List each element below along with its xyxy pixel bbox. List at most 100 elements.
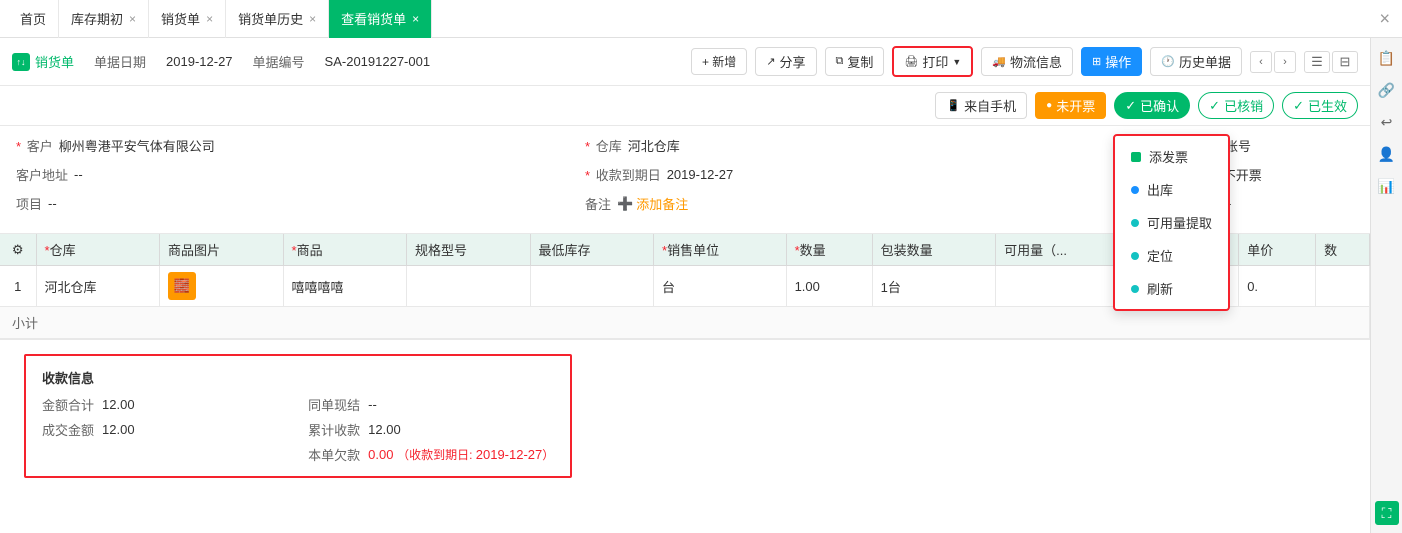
print-icon: 🖨 xyxy=(904,55,918,68)
locate-item[interactable]: 定位 xyxy=(1115,239,1228,272)
effective-status-button[interactable]: ✓ 已生效 xyxy=(1282,92,1358,119)
add-invoice-icon xyxy=(1131,152,1141,162)
col-settings[interactable]: ⚙ xyxy=(0,234,36,266)
confirm-status-button[interactable]: ✓ 已确认 xyxy=(1114,92,1190,119)
payment-section-wrapper: 收款信息 金额合计 12.00 同单现结 -- 成交金额 12.00 xyxy=(0,340,1370,492)
refresh-item[interactable]: 刷新 xyxy=(1115,272,1228,305)
warehouse-value: 河北仓库 xyxy=(628,136,708,155)
circle-icon: ● xyxy=(1046,100,1052,111)
doc-type-badge: ↑↓ 销货单 xyxy=(12,52,74,71)
cumulative-collection-value: 12.00 xyxy=(368,422,401,437)
row-sales-unit: 台 xyxy=(654,266,787,307)
col-unit-price: 单价 xyxy=(1239,234,1316,266)
owed-detail-item: 本单欠款 0.00 （收款到期日: 2019-12-27） xyxy=(308,445,554,464)
add-note-button[interactable]: ➕ 添加备注 xyxy=(617,194,688,213)
col-package-qty: 包装数量 xyxy=(872,234,996,266)
row-warehouse: 河北仓库 xyxy=(36,266,160,307)
cumulative-collection-item: 累计收款 12.00 xyxy=(308,420,554,439)
doc-header: ↑↓ 销货单 单据日期 2019-12-27 单据编号 SA-20191227-… xyxy=(0,38,1370,86)
total-amount-value: 12.00 xyxy=(102,397,135,412)
total-amount-item: 金额合计 12.00 xyxy=(42,395,288,414)
row-min-stock xyxy=(530,266,654,307)
current-owed-item xyxy=(42,445,288,464)
sidebar-user-icon[interactable]: 👤 xyxy=(1375,142,1399,166)
close-sales-tab[interactable]: × xyxy=(206,12,213,26)
sidebar-return-icon[interactable]: ↩ xyxy=(1375,110,1399,134)
number-value: SA-20191227-001 xyxy=(325,54,431,69)
copy-button[interactable]: ⧉ 复制 xyxy=(825,47,885,76)
status-bar: 📱 来自手机 ● 未开票 ✓ 已确认 ✓ 已核销 ✓ 已生效 xyxy=(0,86,1370,126)
payment-date-field: * 收款到期日 2019-12-27 xyxy=(585,165,1154,184)
number-label: 单据编号 xyxy=(253,52,305,71)
customer-value: 柳州粤港平安气体有限公司 xyxy=(59,136,215,155)
subtotal-row: 小计 xyxy=(0,307,1370,339)
payment-section: 收款信息 金额合计 12.00 同单现结 -- 成交金额 12.00 xyxy=(24,354,572,478)
next-arrow[interactable]: › xyxy=(1274,51,1296,73)
nav-arrows: ‹ › xyxy=(1250,51,1296,73)
doc-type-icon: ↑↓ xyxy=(12,53,30,71)
logistics-button[interactable]: 🚚 物流信息 xyxy=(981,47,1073,76)
history-button[interactable]: 🕐 历史单据 xyxy=(1150,47,1242,76)
tab-sales-order[interactable]: 销货单 × xyxy=(149,0,226,38)
copy-icon: ⧉ xyxy=(836,55,844,68)
salesperson-value: -- xyxy=(1223,196,1303,211)
add-invoice-item[interactable]: 添发票 xyxy=(1115,140,1228,173)
unopened-status-button[interactable]: ● 未开票 xyxy=(1035,92,1106,119)
sidebar-expand-icon[interactable]: ⛶ xyxy=(1375,501,1399,525)
row-package-qty: 1台 xyxy=(872,266,996,307)
product-thumbnail: 🧱 xyxy=(168,272,196,300)
row-unit-price: 0. xyxy=(1239,266,1316,307)
tab-home[interactable]: 首页 xyxy=(8,0,59,38)
grid-icon: ⊞ xyxy=(1092,55,1101,68)
truck-icon: 🚚 xyxy=(992,55,1006,68)
tab-sales-history[interactable]: 销货单历史 × xyxy=(226,0,329,38)
col-spec: 规格型号 xyxy=(407,234,531,266)
note-field: 备注 ➕ 添加备注 xyxy=(585,194,1154,213)
phone-status-button[interactable]: 📱 来自手机 xyxy=(935,92,1027,119)
col-sales-unit: *销售单位 xyxy=(654,234,787,266)
refresh-icon xyxy=(1131,285,1139,293)
same-order-value: -- xyxy=(368,397,377,412)
ship-out-item[interactable]: 出库 xyxy=(1115,173,1228,206)
check-circle2-icon: ✓ xyxy=(1293,98,1304,114)
payment-grid: 金额合计 12.00 同单现结 -- 成交金额 12.00 累计收款 12.00 xyxy=(42,395,554,464)
row-spec xyxy=(407,266,531,307)
project-field: 项目 -- xyxy=(16,194,585,213)
close-window-button[interactable]: × xyxy=(1379,8,1390,29)
col-quantity: *数量 xyxy=(786,234,872,266)
sidebar-doc-icon[interactable]: 📋 xyxy=(1375,46,1399,70)
doc-meta: 单据日期 2019-12-27 单据编号 SA-20191227-001 xyxy=(94,52,691,71)
required-indicator: * xyxy=(16,139,21,154)
sold-status-button[interactable]: ✓ 已核销 xyxy=(1198,92,1274,119)
operations-button[interactable]: ⊞ 操作 xyxy=(1081,47,1142,76)
product-image-icon: 🧱 xyxy=(174,278,190,294)
col-extra: 数 xyxy=(1316,234,1370,266)
check-icon: ✓ xyxy=(1125,98,1136,114)
address-value: -- xyxy=(74,167,154,182)
right-sidebar: 📋 🔗 ↩ 👤 📊 ⛶ xyxy=(1370,38,1402,533)
row-image: 🧱 xyxy=(160,266,284,307)
close-history-tab[interactable]: × xyxy=(309,12,316,26)
tab-inventory-init[interactable]: 库存期初 × xyxy=(59,0,149,38)
row-extra xyxy=(1316,266,1370,307)
grid-view-button[interactable]: ⊟ xyxy=(1332,51,1358,73)
same-order-item: 同单现结 -- xyxy=(308,395,554,414)
sidebar-link-icon[interactable]: 🔗 xyxy=(1375,78,1399,102)
operations-dropdown: 添发票 出库 可用量提取 定位 刷新 xyxy=(1113,134,1230,311)
share-button[interactable]: ↗ 分享 xyxy=(755,47,816,76)
print-button[interactable]: 🖨 打印 ▼ xyxy=(892,46,973,77)
tab-view-sales[interactable]: 查看销货单 × xyxy=(329,0,432,38)
close-inventory-tab[interactable]: × xyxy=(129,12,136,26)
available-extract-item[interactable]: 可用量提取 xyxy=(1115,206,1228,239)
warehouse-field: * 仓库 河北仓库 xyxy=(585,136,1154,155)
col-min-stock: 最低库存 xyxy=(530,234,654,266)
plus-icon: ➕ xyxy=(617,196,633,212)
transaction-amount-item: 成交金额 12.00 xyxy=(42,420,288,439)
list-view-button[interactable]: ☰ xyxy=(1304,51,1330,73)
subtotal-label: 小计 xyxy=(0,307,1370,339)
prev-arrow[interactable]: ‹ xyxy=(1250,51,1272,73)
payment-date-value: 2019-12-27 xyxy=(667,167,747,182)
new-button[interactable]: + 新增 xyxy=(691,48,747,75)
close-view-tab[interactable]: × xyxy=(412,12,419,26)
sidebar-chart-icon[interactable]: 📊 xyxy=(1375,174,1399,198)
